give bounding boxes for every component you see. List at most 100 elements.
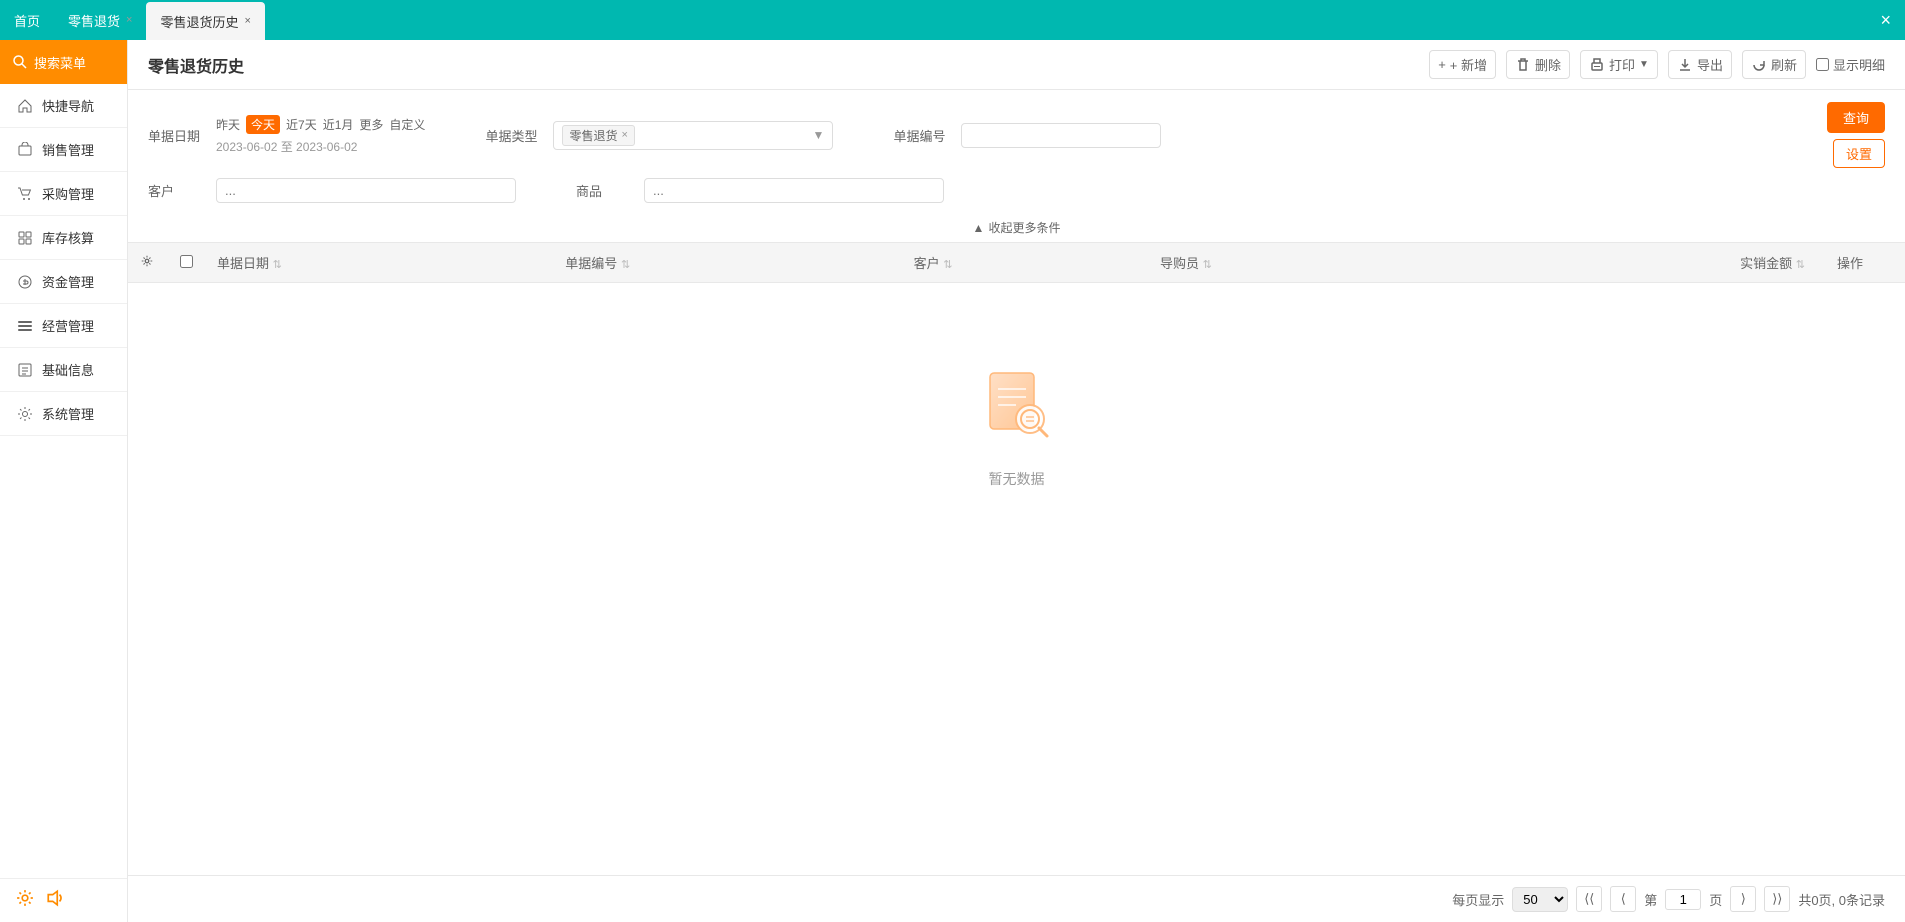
voucher-type-tag-close[interactable]: ×: [621, 129, 627, 141]
voucher-type-dropdown-icon: ▼: [813, 128, 825, 142]
table-col-action: 操作: [1825, 243, 1905, 283]
tab-home[interactable]: 首页: [0, 0, 54, 40]
customer-filter-label: 客户: [148, 181, 208, 200]
first-page-button[interactable]: ⟨⟨: [1576, 886, 1602, 912]
page-number-input[interactable]: [1665, 889, 1701, 910]
next-page-button[interactable]: ⟩: [1730, 886, 1756, 912]
system-icon: [16, 405, 34, 423]
sales-icon: [16, 141, 34, 159]
sidebar-item-system-label: 系统管理: [42, 404, 94, 423]
management-icon: [16, 317, 34, 335]
prev-page-button[interactable]: ⟨: [1610, 886, 1636, 912]
tab-home-label: 首页: [14, 11, 40, 30]
info-icon: [16, 361, 34, 379]
refresh-button[interactable]: 刷新: [1742, 50, 1806, 79]
goods-input[interactable]: [644, 178, 944, 203]
sort-amount-icon[interactable]: ⇅: [1796, 259, 1805, 271]
speaker-icon[interactable]: [46, 889, 64, 912]
print-icon: [1589, 57, 1605, 73]
goods-filter: 商品: [576, 178, 944, 203]
sort-customer-icon[interactable]: ⇅: [943, 259, 952, 271]
tab-retail-return[interactable]: 零售退货 ×: [54, 0, 146, 40]
add-button[interactable]: + + 新增: [1429, 50, 1496, 79]
select-all-checkbox[interactable]: [180, 255, 193, 268]
sidebar-search-label: 搜索菜单: [34, 53, 86, 72]
action-buttons: 查询 设置: [1827, 102, 1885, 168]
print-button[interactable]: 打印 ▼: [1580, 50, 1658, 79]
sidebar-item-management[interactable]: 经营管理: [0, 304, 127, 348]
sidebar-item-info-label: 基础信息: [42, 360, 94, 379]
filter-row-2: 客户 商品: [148, 178, 1885, 203]
settings-gear-icon[interactable]: [16, 889, 34, 912]
voucher-number-filter: 单据编号: [893, 123, 1161, 148]
empty-text: 暂无数据: [989, 469, 1045, 489]
sidebar-item-info[interactable]: 基础信息: [0, 348, 127, 392]
sidebar-item-finance[interactable]: 资金管理: [0, 260, 127, 304]
query-button[interactable]: 查询: [1827, 102, 1885, 133]
per-page-select[interactable]: 50 100 200: [1512, 887, 1568, 912]
show-detail-label: 显示明细: [1833, 55, 1885, 74]
sidebar-item-inventory[interactable]: 库存核算: [0, 216, 127, 260]
sidebar-search[interactable]: 搜索菜单: [0, 40, 127, 84]
collapse-up-icon: ▲: [973, 221, 985, 235]
show-detail-checkbox-label[interactable]: 显示明细: [1816, 55, 1885, 74]
show-detail-checkbox[interactable]: [1816, 58, 1829, 71]
sidebar-item-finance-label: 资金管理: [42, 272, 94, 291]
tab-retail-return-history[interactable]: 零售退货历史 ×: [146, 2, 264, 40]
table-col-settings: [128, 243, 168, 283]
sidebar-item-sales[interactable]: 销售管理: [0, 128, 127, 172]
date-7days[interactable]: 近7天: [286, 116, 317, 133]
home-icon: [16, 97, 34, 115]
top-tab-bar: 首页 零售退货 × 零售退货历史 × ×: [0, 0, 1905, 40]
voucher-type-tag-text: 零售退货: [569, 127, 617, 144]
table-header: 单据日期 ⇅ 单据编号 ⇅ 客户 ⇅ 导购员: [128, 243, 1905, 283]
table-col-number: 单据编号 ⇅: [553, 243, 901, 283]
collapse-button[interactable]: ▲ 收起更多条件: [973, 219, 1061, 236]
date-filter-label: 单据日期: [148, 126, 208, 145]
tab-retail-return-history-close[interactable]: ×: [244, 15, 250, 27]
sort-date-icon[interactable]: ⇅: [273, 259, 282, 271]
table-col-date: 单据日期 ⇅: [205, 243, 553, 283]
sidebar-item-purchase[interactable]: 采购管理: [0, 172, 127, 216]
main-layout: 搜索菜单 快捷导航 销售管理 采购管理 库存核算: [0, 40, 1905, 922]
date-today[interactable]: 今天: [246, 115, 280, 134]
date-links: 昨天 今天 近7天 近1月 更多 自定义: [216, 115, 425, 134]
date-1month[interactable]: 近1月: [323, 116, 354, 133]
date-yesterday[interactable]: 昨天: [216, 116, 240, 133]
voucher-type-input[interactable]: 零售退货 × ▼: [553, 121, 833, 150]
table-col-guide: 导购员 ⇅: [1148, 243, 1445, 283]
setting-button[interactable]: 设置: [1833, 139, 1885, 168]
customer-input[interactable]: [216, 178, 516, 203]
toolbar: + + 新增 删除 打印 ▼ 导出 刷新: [1429, 50, 1885, 79]
sidebar-item-management-label: 经营管理: [42, 316, 94, 335]
inventory-icon: [16, 229, 34, 247]
table-settings-icon[interactable]: [140, 254, 154, 268]
voucher-number-input[interactable]: [961, 123, 1161, 148]
date-custom[interactable]: 自定义: [389, 116, 425, 133]
delete-button[interactable]: 删除: [1506, 50, 1570, 79]
per-page-label: 每页显示: [1452, 890, 1504, 909]
table-col-amount: 实销金额 ⇅: [1445, 243, 1825, 283]
table-area: 单据日期 ⇅ 单据编号 ⇅ 客户 ⇅ 导购员: [128, 243, 1905, 875]
sort-number-icon[interactable]: ⇅: [621, 259, 630, 271]
tab-retail-return-close[interactable]: ×: [126, 14, 132, 26]
goods-filter-label: 商品: [576, 181, 636, 200]
sidebar-item-sales-label: 销售管理: [42, 140, 94, 159]
collapse-label: 收起更多条件: [988, 219, 1060, 236]
voucher-type-label: 单据类型: [485, 126, 545, 145]
sidebar-item-home[interactable]: 快捷导航: [0, 84, 127, 128]
filter-area: 单据日期 昨天 今天 近7天 近1月 更多 自定义 2023-06-02 至 2…: [128, 90, 1905, 243]
delete-icon: [1515, 57, 1531, 73]
sidebar-item-system[interactable]: 系统管理: [0, 392, 127, 436]
date-options: 昨天 今天 近7天 近1月 更多 自定义 2023-06-02 至 2023-0…: [216, 115, 425, 155]
window-close-button[interactable]: ×: [1866, 10, 1905, 31]
pagination-bar: 每页显示 50 100 200 ⟨⟨ ⟨ 第 页 ⟩ ⟩⟩ 共0页, 0条记录: [128, 875, 1905, 922]
date-more[interactable]: 更多: [359, 116, 383, 133]
search-icon: [12, 54, 28, 70]
sort-guide-icon[interactable]: ⇅: [1203, 259, 1212, 271]
table-body: 暂无数据: [128, 283, 1905, 570]
table-col-customer: 客户 ⇅: [902, 243, 1148, 283]
empty-state: 暂无数据: [128, 283, 1905, 569]
export-button[interactable]: 导出: [1668, 50, 1732, 79]
last-page-button[interactable]: ⟩⟩: [1764, 886, 1790, 912]
